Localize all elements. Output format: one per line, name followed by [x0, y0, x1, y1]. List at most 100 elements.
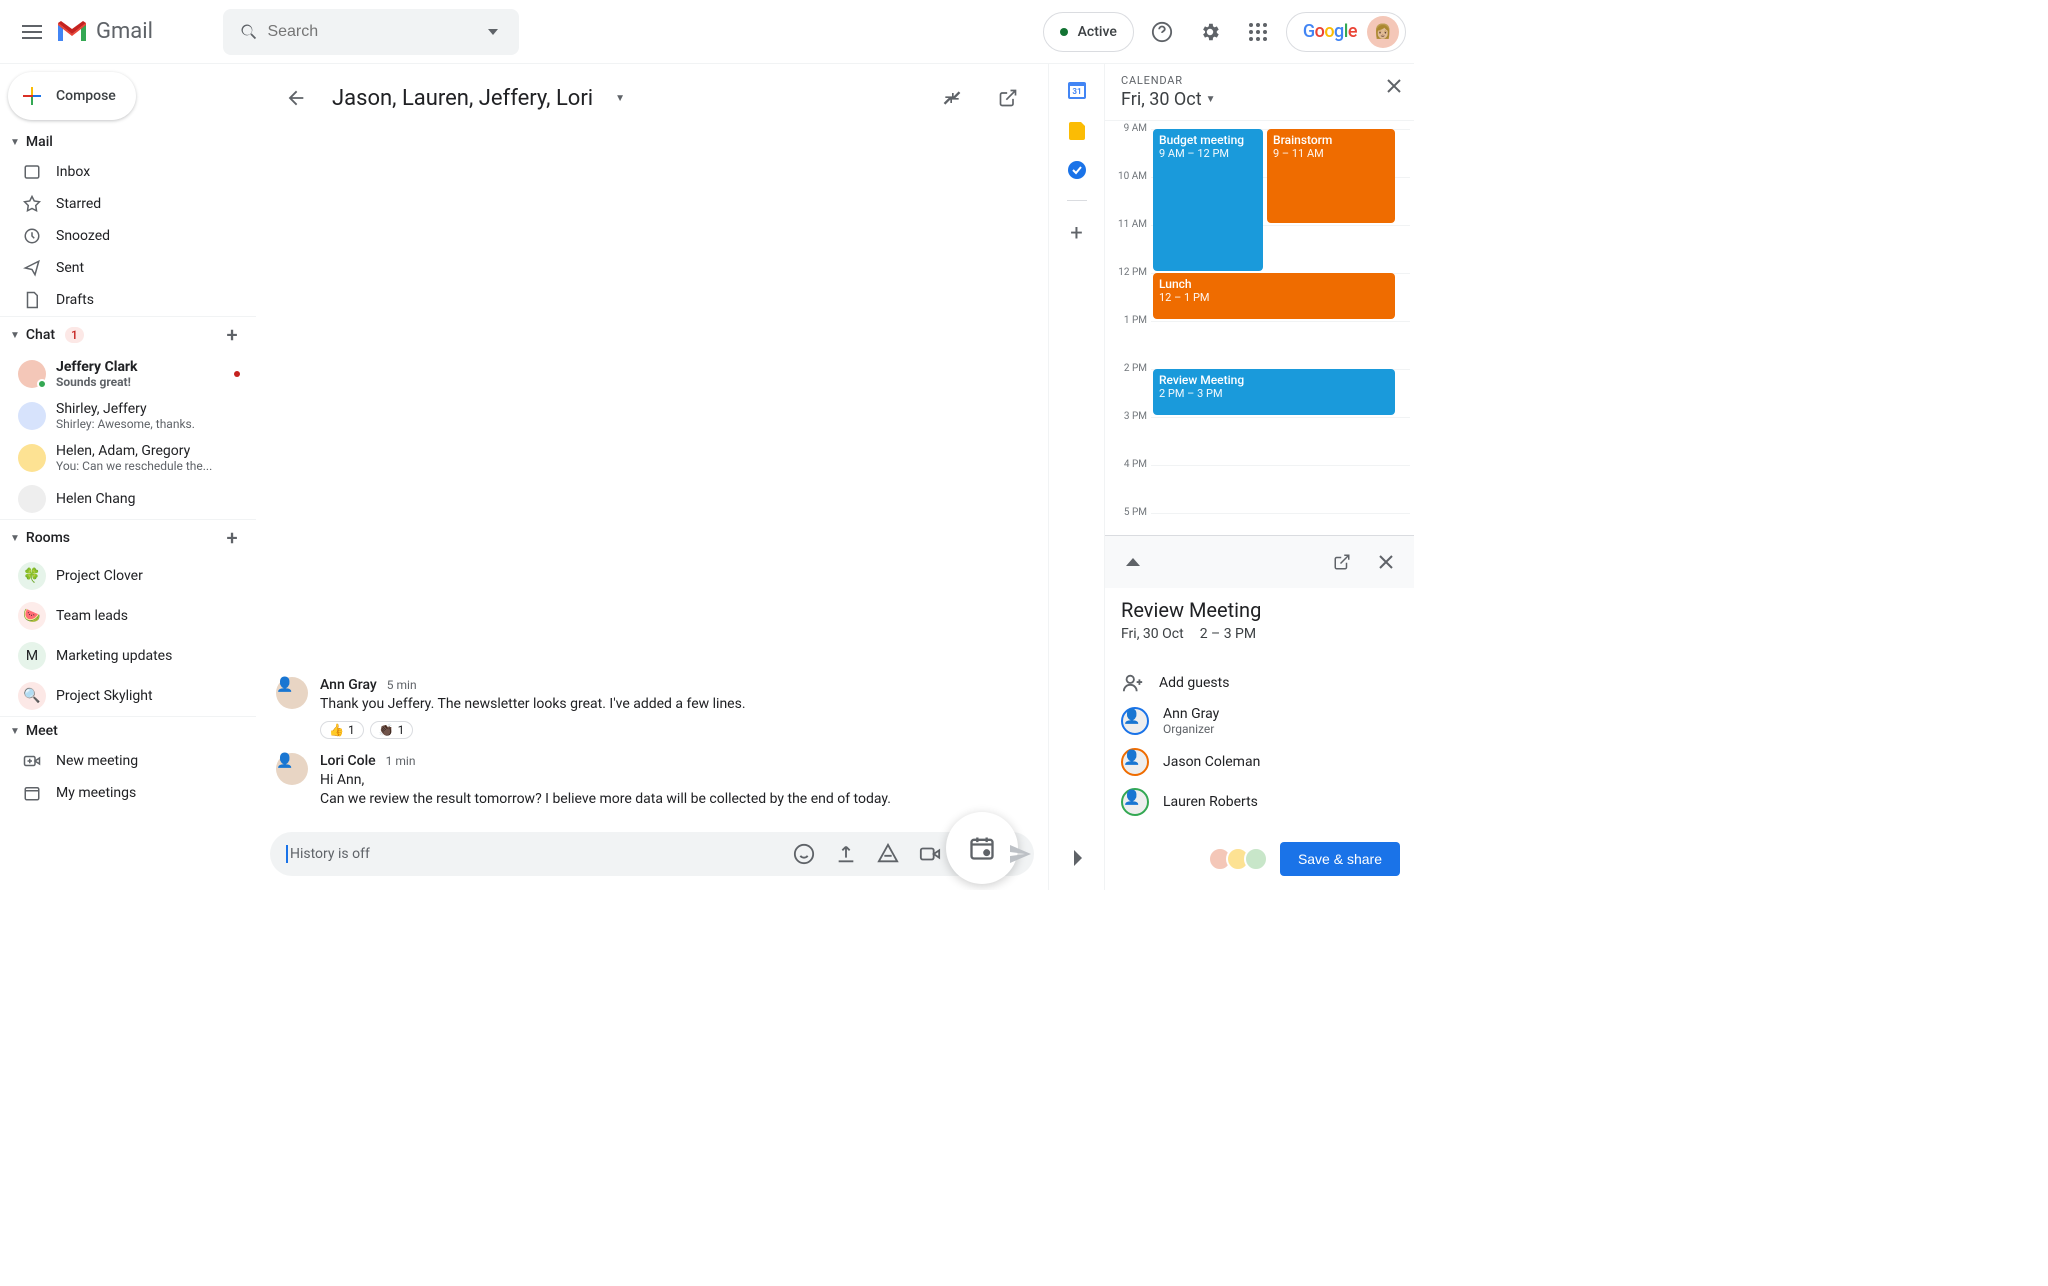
- left-sidebar: Compose ▼ Mail InboxStarredSnoozedSentDr…: [0, 64, 256, 890]
- event-close-button[interactable]: [1366, 542, 1406, 582]
- rail-tasks-button[interactable]: [1067, 160, 1087, 180]
- chat-item[interactable]: Helen Chang: [0, 479, 256, 519]
- rail-keep-button[interactable]: [1067, 120, 1087, 140]
- mail-item-starred[interactable]: Starred: [0, 188, 256, 220]
- calendar-date-selector[interactable]: Fri, 30 Oct ▼: [1121, 89, 1398, 110]
- video-icon: [919, 843, 941, 865]
- tasks-icon: [1067, 160, 1087, 180]
- gmail-logo[interactable]: Gmail: [56, 19, 153, 44]
- user-avatar[interactable]: 👩🏼: [1367, 16, 1399, 48]
- sent-icon: [22, 258, 42, 278]
- main-menu-button[interactable]: [8, 8, 56, 56]
- support-button[interactable]: [1142, 12, 1182, 52]
- open-new-button[interactable]: [988, 78, 1028, 118]
- reaction-chip[interactable]: 👍1: [320, 721, 364, 739]
- search-icon[interactable]: [231, 12, 268, 52]
- upload-button[interactable]: [828, 836, 864, 872]
- event-open-button[interactable]: [1322, 542, 1362, 582]
- meet-item[interactable]: New meeting: [0, 745, 256, 777]
- chat-item[interactable]: Shirley, JefferyShirley: Awesome, thanks…: [0, 395, 256, 437]
- calendar-icon: [968, 834, 996, 862]
- event-detail-panel: Review Meeting Fri, 30 Oct 2 – 3 PM Add …: [1105, 535, 1414, 890]
- compose-placeholder: History is off: [290, 846, 370, 862]
- chat-avatar: [18, 485, 46, 513]
- close-icon: [1378, 554, 1394, 570]
- hour-label: 2 PM: [1115, 363, 1151, 411]
- mail-item-inbox[interactable]: Inbox: [0, 156, 256, 188]
- hour-label: 11 AM: [1115, 219, 1151, 267]
- inbox-icon: [22, 162, 42, 182]
- send-button[interactable]: [1002, 836, 1038, 872]
- rooms-section-header[interactable]: ▼ Rooms +: [0, 520, 256, 556]
- calendar-event[interactable]: Review Meeting2 PM – 3 PM: [1153, 369, 1395, 415]
- calendar-event[interactable]: Brainstorm9 – 11 AM: [1267, 129, 1395, 223]
- calendar-event[interactable]: Budget meeting9 AM – 12 PM: [1153, 129, 1263, 271]
- emoji-button[interactable]: [786, 836, 822, 872]
- guest-avatar: 👤: [1121, 788, 1149, 816]
- hour-label: 3 PM: [1115, 411, 1151, 459]
- reaction-chip[interactable]: 👏🏿1: [370, 721, 414, 739]
- event-collapse-button[interactable]: [1113, 542, 1153, 582]
- chat-section-header[interactable]: ▼ Chat 1 +: [0, 317, 256, 353]
- message-avatar: 👤: [276, 753, 308, 785]
- search-input[interactable]: [267, 23, 474, 41]
- gmail-logo-text: Gmail: [96, 19, 153, 44]
- mail-section-header[interactable]: ▼ Mail: [0, 128, 256, 156]
- drive-button[interactable]: [870, 836, 906, 872]
- rail-add-button[interactable]: +: [1067, 221, 1087, 241]
- search-options-button[interactable]: [474, 29, 511, 35]
- calendar-event[interactable]: Lunch12 – 1 PM: [1153, 273, 1395, 319]
- caret-down-icon: ▼: [10, 533, 20, 544]
- calendar-panel-label: CALENDAR: [1121, 74, 1398, 87]
- hamburger-icon: [22, 25, 42, 39]
- apps-button[interactable]: [1238, 12, 1278, 52]
- drafts-icon: [22, 290, 42, 310]
- starred-icon: [22, 194, 42, 214]
- chevron-right-icon: [1072, 850, 1082, 866]
- status-label: Active: [1078, 24, 1117, 40]
- new-room-button[interactable]: +: [218, 526, 246, 550]
- message-text: Hi Ann,Can we review the result tomorrow…: [320, 771, 1028, 810]
- account-switcher[interactable]: Google 👩🏼: [1286, 12, 1406, 52]
- mail-item-snoozed[interactable]: Snoozed: [0, 220, 256, 252]
- side-rail: 31 +: [1048, 64, 1104, 890]
- room-avatar: 🔍: [18, 682, 46, 710]
- back-button[interactable]: [276, 78, 316, 118]
- compose-button[interactable]: Compose: [8, 72, 136, 120]
- search-box[interactable]: [223, 9, 519, 55]
- mail-item-drafts[interactable]: Drafts: [0, 284, 256, 316]
- add-guests-row[interactable]: Add guests: [1121, 666, 1398, 700]
- new-chat-button[interactable]: +: [218, 323, 246, 347]
- calendar-panel: CALENDAR Fri, 30 Oct ▼ 9 AM10 AM11 AM12 …: [1104, 64, 1414, 890]
- chat-item[interactable]: Helen, Adam, GregoryYou: Can we reschedu…: [0, 437, 256, 479]
- thread-dropdown[interactable]: ▼: [615, 93, 625, 104]
- gmail-m-icon: [56, 20, 88, 44]
- room-item[interactable]: MMarketing updates: [0, 636, 256, 676]
- caret-down-icon: ▼: [10, 330, 20, 341]
- status-pill[interactable]: Active: [1043, 12, 1134, 52]
- rail-expand-button[interactable]: [1059, 840, 1095, 876]
- meet-section-header[interactable]: ▼ Meet: [0, 717, 256, 745]
- video-button[interactable]: [912, 836, 948, 872]
- calendar-close-button[interactable]: [1386, 78, 1402, 94]
- rail-calendar-button[interactable]: 31: [1067, 80, 1087, 100]
- room-item[interactable]: 🍀Project Clover: [0, 556, 256, 596]
- open-external-icon: [1333, 553, 1351, 571]
- room-item[interactable]: 🔍Project Skylight: [0, 676, 256, 716]
- settings-button[interactable]: [1190, 12, 1230, 52]
- guest-row[interactable]: 👤Lauren Roberts: [1121, 782, 1398, 822]
- upload-icon: [835, 843, 857, 865]
- unread-dot-icon: [234, 371, 240, 377]
- room-item[interactable]: 🍉Team leads: [0, 596, 256, 636]
- guest-row[interactable]: 👤Jason Coleman: [1121, 742, 1398, 782]
- event-time: 2 – 3 PM: [1200, 626, 1256, 642]
- meet-item[interactable]: My meetings: [0, 777, 256, 809]
- collapse-button[interactable]: [932, 78, 972, 118]
- guest-row[interactable]: 👤Ann GrayOrganizer: [1121, 700, 1398, 742]
- save-share-button[interactable]: Save & share: [1280, 842, 1400, 876]
- mail-item-sent[interactable]: Sent: [0, 252, 256, 284]
- add-person-icon: [1122, 672, 1144, 694]
- chat-item[interactable]: Jeffery ClarkSounds great!: [0, 353, 256, 395]
- room-avatar: 🍀: [18, 562, 46, 590]
- calendar-color-icon: 31: [1067, 80, 1087, 100]
